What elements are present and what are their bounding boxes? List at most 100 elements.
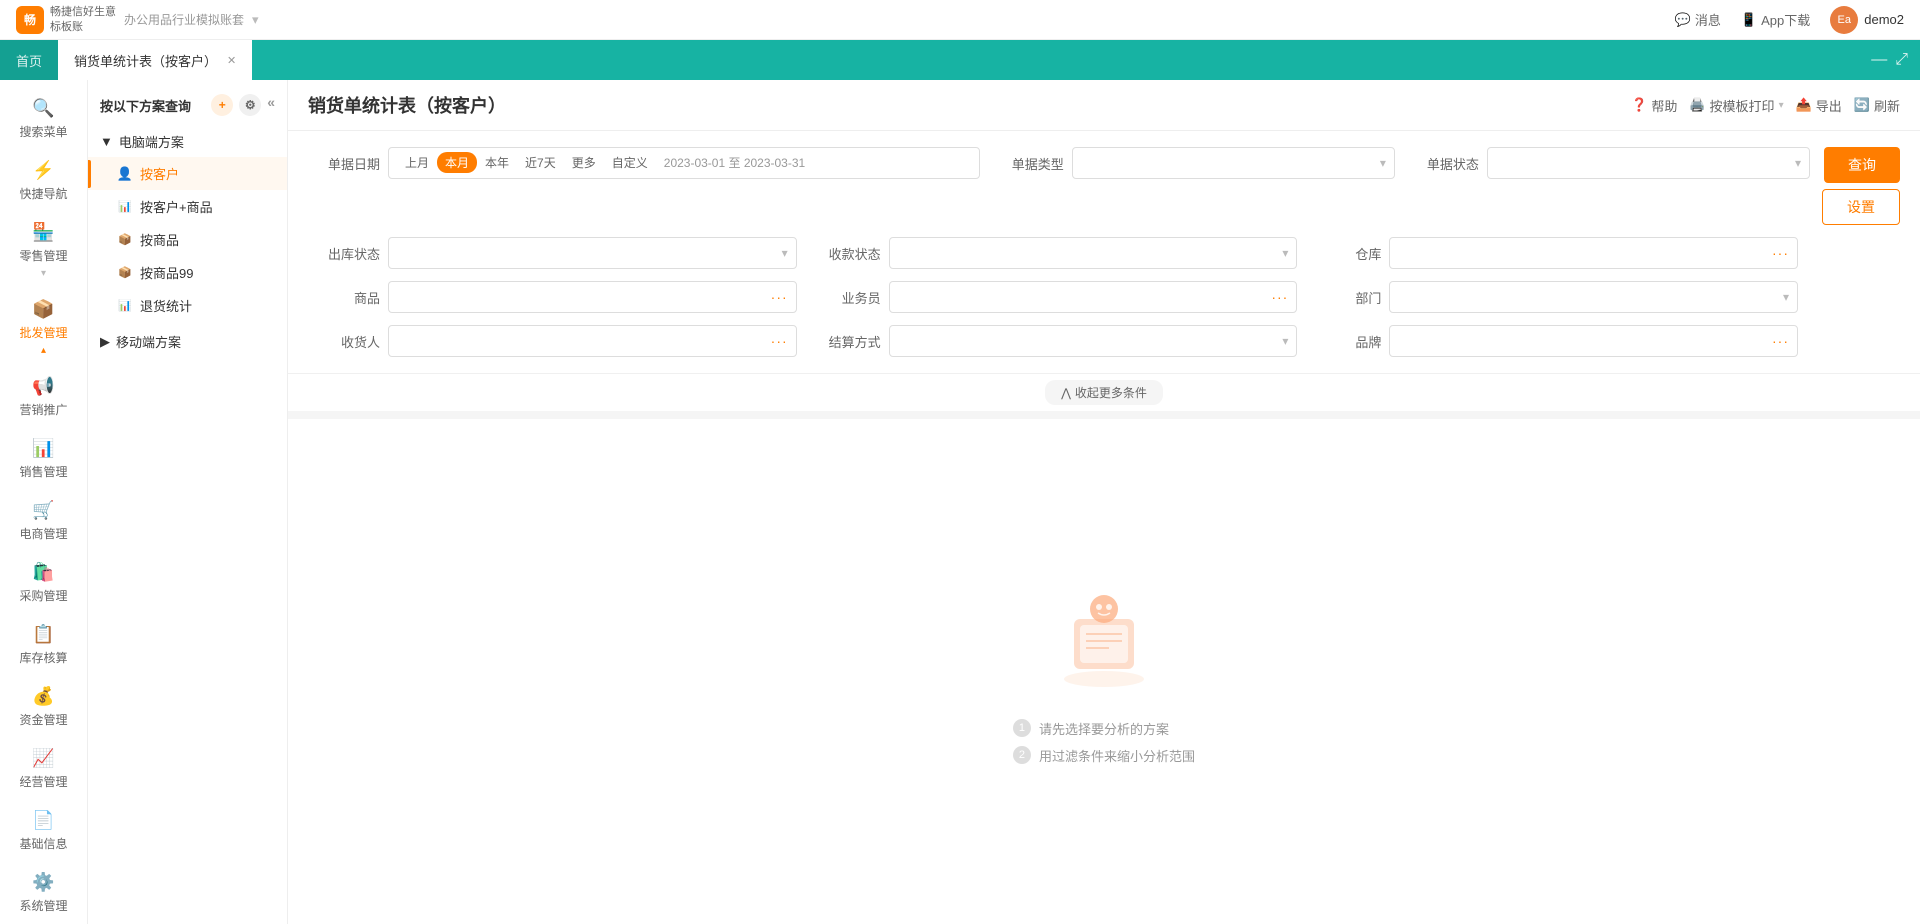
return-stat-icon: 📊 xyxy=(116,297,134,315)
sidebar-item-marketing[interactable]: 📢 营销推广 xyxy=(0,366,87,428)
salesperson-dots: ··· xyxy=(1271,289,1288,305)
order-status-control[interactable]: ▾ xyxy=(1487,147,1810,179)
order-type-arrow: ▾ xyxy=(1380,156,1386,170)
date-tab-last-7[interactable]: 近7天 xyxy=(517,152,564,173)
scheme-item-by-goods-99[interactable]: 📦 按商品99 xyxy=(88,256,287,289)
scheme-group-mobile-title[interactable]: ▶ 移动端方案 xyxy=(88,326,287,357)
order-type-filter-group: 单据类型 ▾ xyxy=(992,147,1395,179)
sidebar-item-finance[interactable]: 💰 资金管理 xyxy=(0,676,87,738)
empty-tip-2: 2 用过滤条件来缩小分析范围 xyxy=(1013,746,1195,765)
scheme-collapse-button[interactable]: « xyxy=(267,94,275,116)
export-icon: 📤 xyxy=(1796,97,1812,113)
tab-sales-stat[interactable]: 销货单统计表（按客户） ✕ xyxy=(58,40,252,80)
help-button[interactable]: ❓ 帮助 xyxy=(1631,96,1677,115)
receipt-label: 收款状态 xyxy=(809,244,889,263)
salesperson-filter-group: 业务员 ··· xyxy=(809,281,1298,313)
message-icon: 💬 xyxy=(1675,12,1691,28)
receipt-filter-group: 收款状态 ▾ xyxy=(809,237,1298,269)
date-tab-more[interactable]: 更多 xyxy=(564,152,604,173)
salesperson-control[interactable]: ··· xyxy=(889,281,1298,313)
outbound-filter-group: 出库状态 ▾ xyxy=(308,237,797,269)
message-button[interactable]: 💬 消息 xyxy=(1675,10,1721,29)
top-bar: 畅 畅捷信好生意 标板账 办公用品行业模拟账套 ▾ 💬 消息 📱 App下载 E… xyxy=(0,0,1920,40)
sidebar-item-ecommerce[interactable]: 🛒 电商管理 xyxy=(0,490,87,552)
sidebar-item-wholesale[interactable]: 📦 批发管理 ▴ xyxy=(0,289,87,366)
sidebar-item-purchase[interactable]: 🛍️ 采购管理 xyxy=(0,552,87,614)
brand-filter-group: 品牌 ··· xyxy=(1309,325,1798,357)
sidebar-item-retail[interactable]: 🏪 零售管理 ▾ xyxy=(0,212,87,289)
sidebar-item-system[interactable]: ⚙️ 系统管理 xyxy=(0,862,87,924)
sidebar-item-basic-info[interactable]: 📄 基础信息 xyxy=(0,800,87,862)
outbound-control[interactable]: ▾ xyxy=(388,237,797,269)
page-actions: ❓ 帮助 🖨️ 按模板打印 ▾ 📤 导出 🔄 刷新 xyxy=(1631,96,1900,127)
date-tab-this-month[interactable]: 本月 xyxy=(437,152,477,173)
filter-row-4: 收货人 ··· 结算方式 ▾ 品牌 xyxy=(308,325,1900,357)
query-button[interactable]: 查询 xyxy=(1824,147,1900,183)
user-area[interactable]: Ea demo2 xyxy=(1830,6,1904,34)
receiver-control[interactable]: ··· xyxy=(388,325,797,357)
collapse-button[interactable]: ⋀ 收起更多条件 xyxy=(1045,380,1163,405)
goods-label: 商品 xyxy=(308,288,388,307)
scheme-group-desktop-title[interactable]: ▼ 电脑端方案 xyxy=(88,126,287,157)
scheme-item-by-goods[interactable]: 📦 按商品 xyxy=(88,223,287,256)
settings-button[interactable]: 设置 xyxy=(1822,189,1900,225)
sidebar-item-operations[interactable]: 📈 经营管理 xyxy=(0,738,87,800)
tab-close-icon[interactable]: ✕ xyxy=(227,54,236,67)
operations-icon: 📈 xyxy=(32,748,54,769)
maximize-icon[interactable]: ⤢ xyxy=(1895,51,1908,69)
retail-icon: 🏪 xyxy=(32,222,54,243)
date-label: 单据日期 xyxy=(308,154,388,173)
warehouse-control[interactable]: ··· xyxy=(1389,237,1798,269)
export-button[interactable]: 📤 导出 xyxy=(1796,96,1842,115)
tip-num-2: 2 xyxy=(1013,746,1031,764)
collapse-bar[interactable]: ⋀ 收起更多条件 xyxy=(288,373,1920,411)
filter-row-3: 商品 ··· 业务员 ··· 部门 xyxy=(308,281,1900,313)
order-type-control[interactable]: ▾ xyxy=(1072,147,1395,179)
print-dropdown-icon: ▾ xyxy=(1779,100,1784,111)
tab-restore-area: — ⤢ xyxy=(1871,51,1920,69)
department-control[interactable]: ▾ xyxy=(1389,281,1798,313)
scheme-add-button[interactable]: + xyxy=(211,94,233,116)
inventory-icon: 📋 xyxy=(32,624,54,645)
logo-text: 畅捷信好生意 标板账 xyxy=(50,5,116,34)
brand-control[interactable]: ··· xyxy=(1389,325,1798,357)
purchase-icon: 🛍️ xyxy=(32,562,54,583)
receipt-control[interactable]: ▾ xyxy=(889,237,1298,269)
sidebar-item-quick-nav[interactable]: ⚡ 快捷导航 xyxy=(0,150,87,212)
filter-row-2: 出库状态 ▾ 收款状态 ▾ 仓库 xyxy=(308,237,1900,269)
scheme-item-return-stat[interactable]: 📊 退货统计 xyxy=(88,289,287,322)
goods-control[interactable]: ··· xyxy=(388,281,797,313)
payment-arrow: ▾ xyxy=(1282,334,1288,348)
date-tab-this-year[interactable]: 本年 xyxy=(477,152,517,173)
sidebar: 🔍 搜索菜单 ⚡ 快捷导航 🏪 零售管理 ▾ 📦 批发管理 ▴ 📢 营销推广 📊… xyxy=(0,80,88,924)
date-tab-last-month[interactable]: 上月 xyxy=(397,152,437,173)
minimize-icon[interactable]: — xyxy=(1871,51,1887,69)
by-customer-goods-icon: 📊 xyxy=(116,198,134,216)
outbound-label: 出库状态 xyxy=(308,244,388,263)
payment-filter-group: 结算方式 ▾ xyxy=(809,325,1298,357)
sidebar-item-inventory[interactable]: 📋 库存核算 xyxy=(0,614,87,676)
scheme-item-by-customer-goods[interactable]: 📊 按客户+商品 xyxy=(88,190,287,223)
print-button[interactable]: 🖨️ 按模板打印 ▾ xyxy=(1689,96,1783,115)
payment-control[interactable]: ▾ xyxy=(889,325,1298,357)
sidebar-item-search-menu[interactable]: 🔍 搜索菜单 xyxy=(0,88,87,150)
help-icon: ❓ xyxy=(1631,97,1647,113)
date-range-control[interactable]: 上月 本月 本年 近7天 更多 自定义 2023-03-01 至 2023-03… xyxy=(388,147,980,179)
main-layout: 🔍 搜索菜单 ⚡ 快捷导航 🏪 零售管理 ▾ 📦 批发管理 ▴ 📢 营销推广 📊… xyxy=(0,80,1920,924)
date-tab-custom[interactable]: 自定义 xyxy=(604,152,656,173)
scheme-title: 按以下方案查询 xyxy=(100,96,191,115)
order-status-arrow: ▾ xyxy=(1795,156,1801,170)
sidebar-item-sales-mgmt[interactable]: 📊 销售管理 xyxy=(0,428,87,490)
app-download-button[interactable]: 📱 App下载 xyxy=(1741,10,1810,29)
warehouse-filter-group: 仓库 ··· xyxy=(1309,237,1798,269)
refresh-button[interactable]: 🔄 刷新 xyxy=(1854,96,1900,115)
scheme-settings-button[interactable]: ⚙ xyxy=(239,94,261,116)
avatar: Ea xyxy=(1830,6,1858,34)
scheme-header: 按以下方案查询 + ⚙ « xyxy=(88,88,287,122)
order-type-label: 单据类型 xyxy=(992,154,1072,173)
department-label: 部门 xyxy=(1309,288,1389,307)
breadcrumb-dropdown-icon[interactable]: ▾ xyxy=(252,12,259,28)
tab-home[interactable]: 首页 xyxy=(0,40,58,80)
scheme-item-by-customer[interactable]: 👤 按客户 xyxy=(88,157,287,190)
goods-dots: ··· xyxy=(771,289,788,305)
